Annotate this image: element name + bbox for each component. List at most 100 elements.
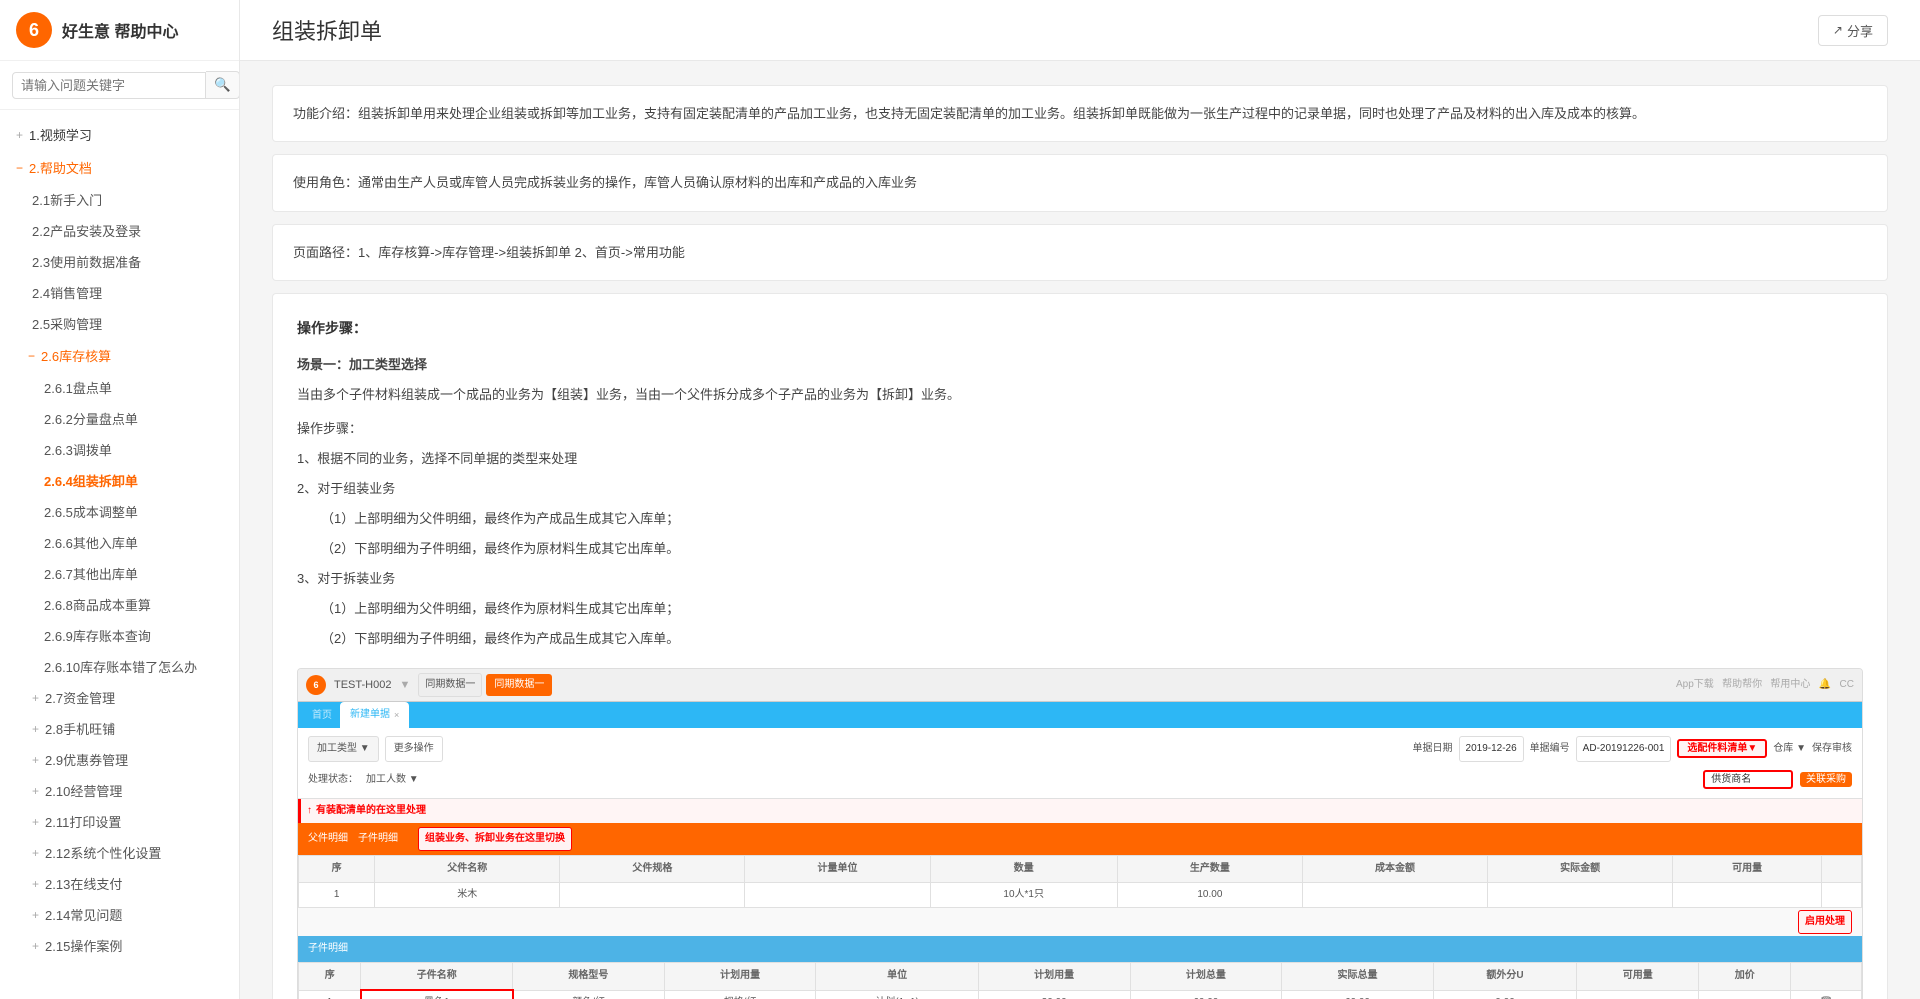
- scenario1-desc: 当由多个子件材料组装成一个成品的业务为【组装】业务，当由一个父件拆分成多个子产品…: [297, 382, 1863, 408]
- search-box: 🔍: [0, 61, 239, 110]
- sidebar-item-label: 2.10经营管理: [45, 781, 122, 800]
- ss-toolbar: 加工类型 ▼ 更多操作 单据日期 2019-12-26 单据编号 AD-2019…: [308, 736, 1852, 762]
- share-label: 分享: [1847, 21, 1873, 40]
- sidebar-item-sales[interactable]: 2.4销售管理: [0, 277, 239, 308]
- sidebar-item-install[interactable]: 2.2产品安装及登录: [0, 215, 239, 246]
- sidebar-item-label: 2.6.5成本调整单: [44, 502, 138, 521]
- sidebar-item-label: 1.视频学习: [29, 125, 92, 144]
- role-text: 使用角色：通常由生产人员或库管人员完成拆装业务的操作，库管人员确认原材料的出库和…: [293, 175, 917, 190]
- sidebar-item-new[interactable]: 2.1新手入门: [0, 184, 239, 215]
- sidebar-item-label: 2.6.7其他出库单: [44, 564, 138, 583]
- search-input[interactable]: [12, 72, 206, 99]
- ss-sub-table: 序 子件名称 规格型号 计划用量 单位 计划用量 计划总量 实际总量 额外分U: [298, 962, 1862, 999]
- sidebar-item-label: 2.5采购管理: [32, 314, 102, 333]
- share-button[interactable]: ↗ 分享: [1818, 15, 1888, 46]
- step2: 2、对于组装业务: [297, 476, 1863, 502]
- sidebar-item-label: 2.6.2分量盘点单: [44, 409, 138, 428]
- step2-sub2: （2）下部明细为子件明细，最终作为原材料生成其它出库单。: [297, 536, 1863, 562]
- screenshot-box: 6 TEST-H002 ▼ 同期数据一 同期数据一 App下载 帮助帮你 帮用中…: [297, 668, 1863, 999]
- ss-child-header: 子件明细: [298, 936, 1862, 962]
- annotation-input-red: 供货商名: [1703, 770, 1793, 789]
- app-name: 好生意 帮助中心: [62, 18, 178, 42]
- sidebar-item-label: 2.6.8商品成本重算: [44, 595, 151, 614]
- sidebar-item-label: 2.7资金管理: [45, 688, 115, 707]
- sidebar-item-label: 2.6.9库存账本查询: [44, 626, 151, 645]
- sidebar-item-cases[interactable]: +2.15操作案例: [0, 930, 239, 961]
- expand-icon: +: [16, 128, 23, 142]
- ss-tab-label: 新建单据: [350, 705, 390, 725]
- ss-parent-table: 序 父件名称 父件规格 计量单位 数量 生产数量 成本金额 实际金额 可用量: [298, 855, 1862, 908]
- sidebar-item-inventory[interactable]: − 2.6库存核算: [0, 339, 239, 372]
- sidebar-item-error[interactable]: 2.6.10库存账本错了怎么办: [0, 651, 239, 682]
- sidebar-item-label: 2.3使用前数据准备: [32, 252, 141, 271]
- sidebar-item-label: 2.1新手入门: [32, 190, 102, 209]
- sidebar: 6 好生意 帮助中心 🔍 + 1.视频学习 − 2.帮助文档 2.1新手入门 2…: [0, 0, 240, 999]
- share-icon: ↗: [1833, 23, 1843, 37]
- sidebar-item-label: 2.11打印设置: [45, 812, 121, 831]
- collapse-icon: −: [16, 161, 23, 175]
- step3-sub1: （1）上部明细为父件明细，最终作为原材料生成其它出库单；: [297, 596, 1863, 622]
- sidebar-item-ops[interactable]: +2.10经营管理: [0, 775, 239, 806]
- sidebar-item-custom[interactable]: +2.12系统个性化设置: [0, 837, 239, 868]
- table-row: 1 黑色1 颜色/红 规格/红 计划(1+1) 30.00 60.00 60.0…: [299, 990, 1862, 999]
- sidebar-item-ledger[interactable]: 2.6.9库存账本查询: [0, 620, 239, 651]
- sidebar-item-faq[interactable]: +2.14常见问题: [0, 899, 239, 930]
- ss-logo: 6: [306, 675, 326, 695]
- sidebar-item-videos[interactable]: + 1.视频学习: [0, 118, 239, 151]
- sidebar-header: 6 好生意 帮助中心: [0, 0, 239, 61]
- sidebar-item-goods-cost[interactable]: 2.6.8商品成本重算: [0, 589, 239, 620]
- table-row: 1 米木 10人*1只 10.00: [299, 883, 1862, 908]
- ss-company: TEST-H002: [334, 674, 391, 696]
- ss-tabs: 首页 新建单据 ×: [298, 702, 1862, 728]
- annotation-label2: 组装业务、拆卸业务在这里切换: [418, 827, 572, 851]
- sidebar-item-label: 2.6.3调拨单: [44, 440, 112, 459]
- sidebar-item-assembly[interactable]: 2.6.4组装拆卸单: [0, 465, 239, 496]
- sidebar-item-label: 2.15操作案例: [45, 936, 122, 955]
- sidebar-item-label: 2.帮助文档: [29, 158, 92, 177]
- sidebar-item-docs[interactable]: − 2.帮助文档: [0, 151, 239, 184]
- path-text: 页面路径：1、库存核算->库存管理->组装拆卸单 2、首页->常用功能: [293, 245, 685, 260]
- sidebar-item-other-out[interactable]: 2.6.7其他出库单: [0, 558, 239, 589]
- sidebar-item-label: 2.13在线支付: [45, 874, 122, 893]
- sidebar-item-label: 2.9优惠券管理: [45, 750, 128, 769]
- sidebar-item-label: 2.6.6其他入库单: [44, 533, 138, 552]
- collapse-icon: −: [28, 349, 35, 363]
- sidebar-item-label: 2.6库存核算: [41, 346, 111, 365]
- sidebar-item-partial[interactable]: 2.6.2分量盘点单: [0, 403, 239, 434]
- sidebar-item-mobile[interactable]: +2.8手机旺铺: [0, 713, 239, 744]
- sidebar-item-label: 2.14常见问题: [45, 905, 122, 924]
- path-section: 页面路径：1、库存核算->库存管理->组装拆卸单 2、首页->常用功能: [272, 224, 1888, 281]
- sidebar-item-purchase[interactable]: 2.5采购管理: [0, 308, 239, 339]
- ss-nav-btn: 同期数据一: [418, 673, 482, 697]
- sidebar-item-label: 2.2产品安装及登录: [32, 221, 141, 240]
- sidebar-item-transfer[interactable]: 2.6.3调拨单: [0, 434, 239, 465]
- ss-new-btn: 同期数据一: [486, 674, 552, 696]
- sidebar-item-finance[interactable]: +2.7资金管理: [0, 682, 239, 713]
- annotation-assembly-list: 选配件料清单▼: [1677, 739, 1767, 758]
- steps-title: 操作步骤：: [297, 314, 1863, 342]
- sidebar-item-pay[interactable]: +2.13在线支付: [0, 868, 239, 899]
- ss-close-tab[interactable]: ×: [394, 706, 399, 724]
- main-content: 操作步骤： 场景一：加工类型选择 当由多个子件材料组装成一个成品的业务为【组装】…: [272, 293, 1888, 999]
- sidebar-item-label: 2.6.10库存账本错了怎么办: [44, 657, 197, 676]
- step3-sub2: （2）下部明细为子件明细，最终作为产成品生成其它入库单。: [297, 626, 1863, 652]
- app-logo: 6: [16, 12, 52, 48]
- sidebar-item-coupon[interactable]: +2.9优惠券管理: [0, 744, 239, 775]
- sidebar-item-data[interactable]: 2.3使用前数据准备: [0, 246, 239, 277]
- ss-form-row2: 处理状态： 加工人数 ▼ 供货商名 关联采购: [308, 770, 1852, 790]
- intro-text: 功能介绍：组装拆卸单用来处理企业组装或拆卸等加工业务，支持有固定装配清单的产品加…: [293, 106, 1645, 121]
- search-button[interactable]: 🔍: [206, 71, 240, 99]
- sidebar-item-stocktake[interactable]: 2.6.1盘点单: [0, 372, 239, 403]
- nav-tree: + 1.视频学习 − 2.帮助文档 2.1新手入门 2.2产品安装及登录 2.3…: [0, 110, 239, 999]
- intro-section: 功能介绍：组装拆卸单用来处理企业组装或拆卸等加工业务，支持有固定装配清单的产品加…: [272, 85, 1888, 142]
- sidebar-item-other-in[interactable]: 2.6.6其他入库单: [0, 527, 239, 558]
- page-title: 组装拆卸单: [272, 14, 382, 46]
- search-icon: 🔍: [214, 77, 231, 92]
- sidebar-item-print[interactable]: +2.11打印设置: [0, 806, 239, 837]
- content-area: 功能介绍：组装拆卸单用来处理企业组装或拆卸等加工业务，支持有固定装配清单的产品加…: [240, 61, 1920, 999]
- sidebar-item-label: 2.6.4组装拆卸单: [44, 471, 138, 490]
- sidebar-item-cost[interactable]: 2.6.5成本调整单: [0, 496, 239, 527]
- steps-intro: 操作步骤：: [297, 416, 1863, 442]
- sidebar-item-label: 2.8手机旺铺: [45, 719, 115, 738]
- sidebar-item-label: 2.6.1盘点单: [44, 378, 112, 397]
